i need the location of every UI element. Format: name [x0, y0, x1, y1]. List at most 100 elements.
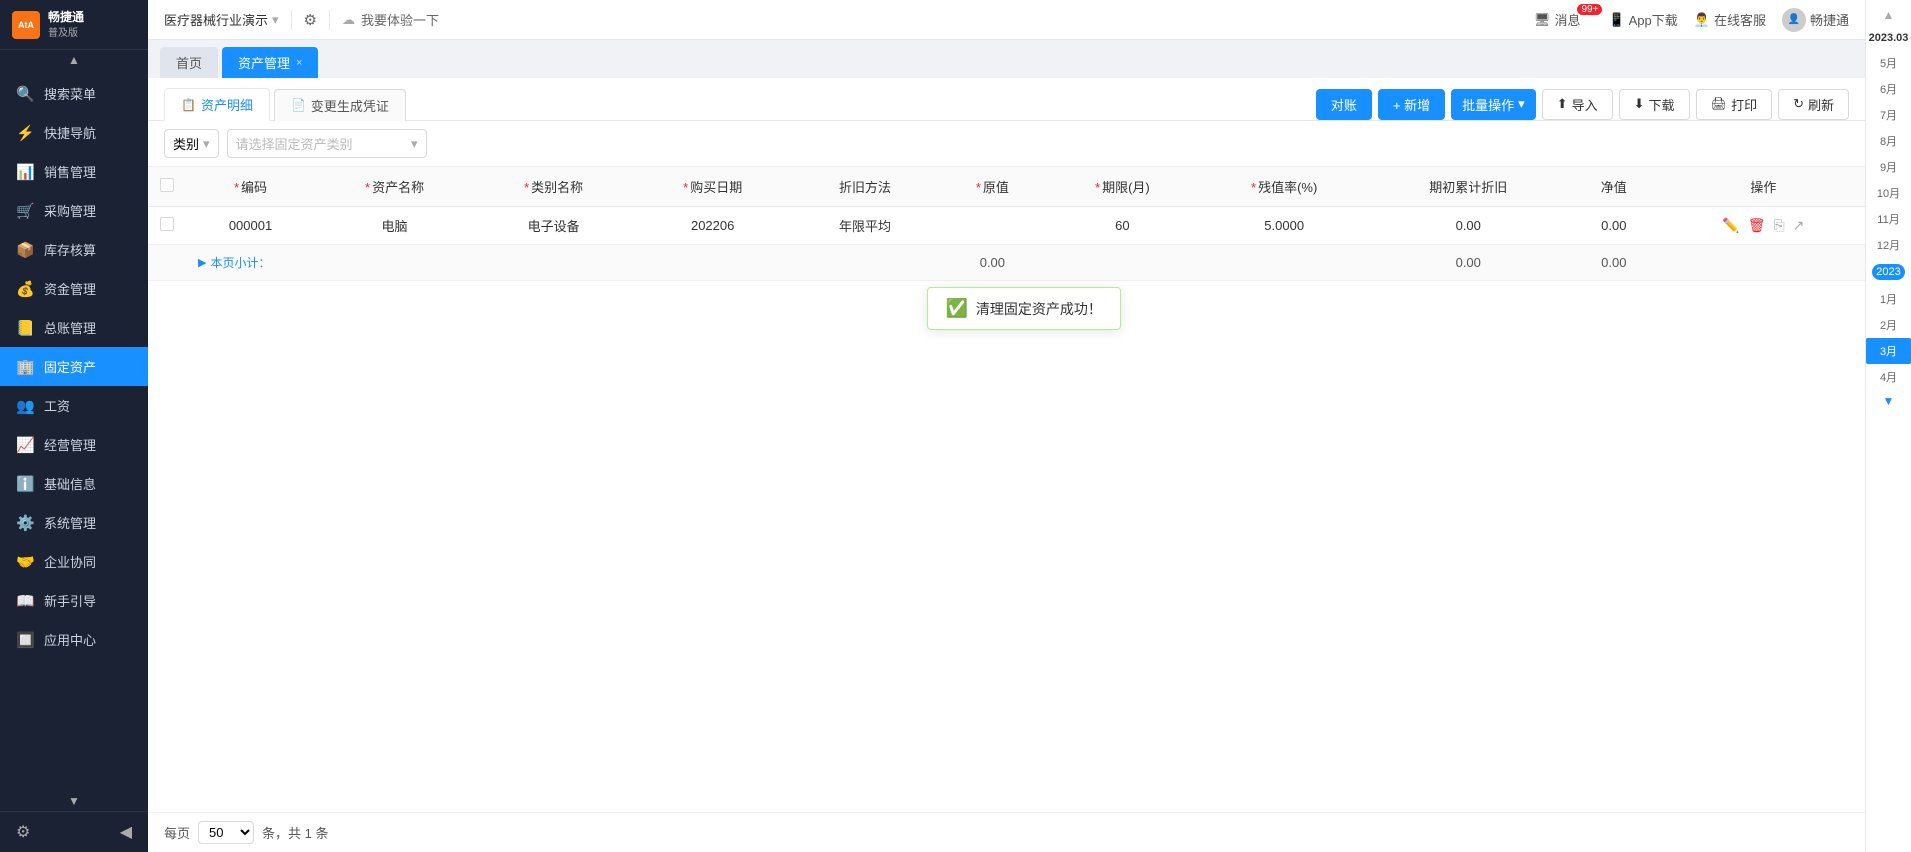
- sidebar-item-general-ledger[interactable]: 📒 总账管理: [0, 308, 148, 347]
- sidebar-scroll-up[interactable]: ▲: [0, 50, 148, 70]
- subtotal-row: ▶ 本页小计： 0.00 0.00 0.00: [148, 245, 1865, 281]
- tab-asset-label: 资产管理: [238, 53, 290, 72]
- th-initial-acc-dep: 期初累计折旧: [1371, 167, 1566, 207]
- tab-asset-management[interactable]: 资产管理 ×: [222, 47, 318, 78]
- company-chevron-icon: ▾: [272, 12, 279, 28]
- td-subtotal-original-value: 0.00: [938, 245, 1047, 281]
- payroll-icon: 👥: [16, 397, 34, 415]
- sidebar-item-app-center[interactable]: 🔲 应用中心: [0, 620, 148, 659]
- timeline-month-5[interactable]: 5月: [1866, 50, 1911, 76]
- page-size-select[interactable]: 50 100 200: [198, 821, 254, 844]
- sidebar-item-search[interactable]: 🔍 搜索菜单: [0, 74, 148, 113]
- sidebar-item-basic-info[interactable]: ℹ️ 基础信息: [0, 464, 148, 503]
- expand-icon[interactable]: ▶: [198, 256, 206, 269]
- settings-gear-icon[interactable]: ⚙: [304, 11, 317, 29]
- inventory-icon: 📦: [16, 241, 34, 259]
- sidebar-item-label: 资金管理: [44, 279, 96, 298]
- user-menu[interactable]: 👤 畅捷通: [1782, 8, 1849, 32]
- subtotal-text: 本页小计：: [210, 254, 270, 271]
- export-button[interactable]: ⬆ 导入: [1542, 89, 1613, 120]
- online-service-button[interactable]: 👨‍💼 在线客服: [1694, 10, 1766, 29]
- sidebar-item-label: 经营管理: [44, 435, 96, 454]
- sidebar-item-label: 总账管理: [44, 318, 96, 337]
- sidebar-item-inventory[interactable]: 📦 库存核算: [0, 230, 148, 269]
- funds-icon: 💰: [16, 280, 34, 298]
- timeline-year-badge[interactable]: 2023: [1872, 264, 1904, 280]
- timeline-month-11[interactable]: 11月: [1866, 206, 1911, 232]
- settings-icon[interactable]: ⚙: [16, 822, 30, 842]
- copy-icon[interactable]: ⎘: [1773, 217, 1784, 234]
- timeline-month-4[interactable]: 4月: [1866, 364, 1911, 390]
- print-button[interactable]: 🖨 打印: [1696, 89, 1773, 120]
- avatar: 👤: [1782, 8, 1806, 32]
- sidebar-item-purchase[interactable]: 🛒 采购管理: [0, 191, 148, 230]
- sub-tab-asset-detail[interactable]: 📋 资产明细: [164, 88, 270, 121]
- sidebar-item-enterprise[interactable]: 🤝 企业协同: [0, 542, 148, 581]
- batch-button[interactable]: 批量操作 ▾: [1451, 89, 1536, 120]
- tab-home-label: 首页: [176, 53, 202, 72]
- more-icon[interactable]: ↗: [1793, 217, 1805, 234]
- collapse-icon[interactable]: ◀: [120, 822, 132, 842]
- category-input[interactable]: 请选择固定资产类别 ▾: [227, 129, 427, 158]
- category-placeholder: 请选择固定资产类别: [236, 134, 353, 153]
- select-all-checkbox[interactable]: [160, 178, 174, 192]
- timeline-month-12[interactable]: 12月: [1866, 232, 1911, 258]
- new-button[interactable]: + 新增: [1378, 89, 1445, 120]
- sidebar-item-system[interactable]: ⚙️ 系统管理: [0, 503, 148, 542]
- message-button[interactable]: 🖥 消息 99+: [1534, 10, 1593, 29]
- timeline-month-7[interactable]: 7月: [1866, 102, 1911, 128]
- company-selector[interactable]: 医疗器械行业演示 ▾: [164, 10, 279, 29]
- timeline-chevron-down[interactable]: ▼: [1879, 390, 1899, 412]
- td-subtotal-initial-acc: 0.00: [1371, 245, 1566, 281]
- timeline-month-10[interactable]: 10月: [1866, 180, 1911, 206]
- sidebar-item-quick-nav[interactable]: ⚡ 快捷导航: [0, 113, 148, 152]
- toast-message: 清理固定资产成功！: [976, 299, 1102, 319]
- category-filter[interactable]: 类别 ▾: [164, 129, 219, 158]
- sidebar-header: AtA 畅捷通 普及版: [0, 0, 148, 50]
- sidebar: AtA 畅捷通 普及版 ▲ 🔍 搜索菜单 ⚡ 快捷导航 📊 销售管理 🛒 采购管…: [0, 0, 148, 852]
- th-actions: 操作: [1662, 167, 1865, 207]
- th-purchase-date: *购买日期: [633, 167, 792, 207]
- timeline-month-2[interactable]: 2月: [1866, 312, 1911, 338]
- system-icon: ⚙️: [16, 514, 34, 532]
- timeline-month-6[interactable]: 6月: [1866, 76, 1911, 102]
- td-purchase-date: 202206: [633, 207, 792, 245]
- reconcile-button[interactable]: 对账: [1316, 89, 1372, 120]
- sidebar-item-guide[interactable]: 📖 新手引导: [0, 581, 148, 620]
- download-button[interactable]: ⬇ 下载: [1619, 89, 1690, 120]
- experience-button[interactable]: ☁ 我要体验一下: [342, 10, 439, 29]
- td-checkbox: [148, 207, 186, 245]
- sidebar-item-operations[interactable]: 📈 经营管理: [0, 425, 148, 464]
- refresh-button[interactable]: ↻ 刷新: [1778, 89, 1849, 120]
- timeline-month-1[interactable]: 1月: [1866, 286, 1911, 312]
- timeline-chevron-up[interactable]: ▲: [1879, 4, 1899, 26]
- row-checkbox[interactable]: [160, 217, 174, 231]
- table-footer: 每页 50 100 200 条，共 1 条: [148, 812, 1865, 852]
- tab-close-icon[interactable]: ×: [296, 57, 302, 69]
- batch-label: 批量操作: [1462, 95, 1514, 114]
- timeline-month-9[interactable]: 9月: [1866, 154, 1911, 180]
- sidebar-item-payroll[interactable]: 👥 工资: [0, 386, 148, 425]
- sidebar-item-label: 快捷导航: [44, 123, 96, 142]
- asset-table: *编码 *资产名称 *类别名称 *购买日期 折旧方法 *原值 *期限(月) *残…: [148, 167, 1865, 281]
- message-icon: 🖥: [1534, 12, 1551, 28]
- sidebar-item-label: 库存核算: [44, 240, 96, 259]
- edit-icon[interactable]: ✏️: [1722, 217, 1739, 234]
- download-label: 下载: [1649, 95, 1675, 114]
- app-download-button[interactable]: 📱 App下载: [1608, 10, 1677, 29]
- sidebar-item-fixed-assets[interactable]: 🏢 固定资产: [0, 347, 148, 386]
- sub-tab-change-voucher[interactable]: 📄 变更生成凭证: [274, 89, 406, 121]
- app-center-icon: 🔲: [16, 631, 34, 649]
- th-category: *类别名称: [474, 167, 633, 207]
- print-label: 打印: [1731, 95, 1757, 114]
- delete-icon[interactable]: 🗑: [1748, 217, 1766, 234]
- sidebar-item-funds[interactable]: 💰 资金管理: [0, 269, 148, 308]
- timeline-month-8[interactable]: 8月: [1866, 128, 1911, 154]
- tab-home[interactable]: 首页: [160, 47, 218, 78]
- category-chevron-icon: ▾: [203, 136, 210, 152]
- sidebar-item-sales[interactable]: 📊 销售管理: [0, 152, 148, 191]
- timeline-month-3-active[interactable]: 3月: [1866, 338, 1911, 364]
- sidebar-item-label: 搜索菜单: [44, 84, 96, 103]
- topbar-divider2: [329, 10, 330, 30]
- sidebar-scroll-down[interactable]: ▼: [0, 791, 148, 811]
